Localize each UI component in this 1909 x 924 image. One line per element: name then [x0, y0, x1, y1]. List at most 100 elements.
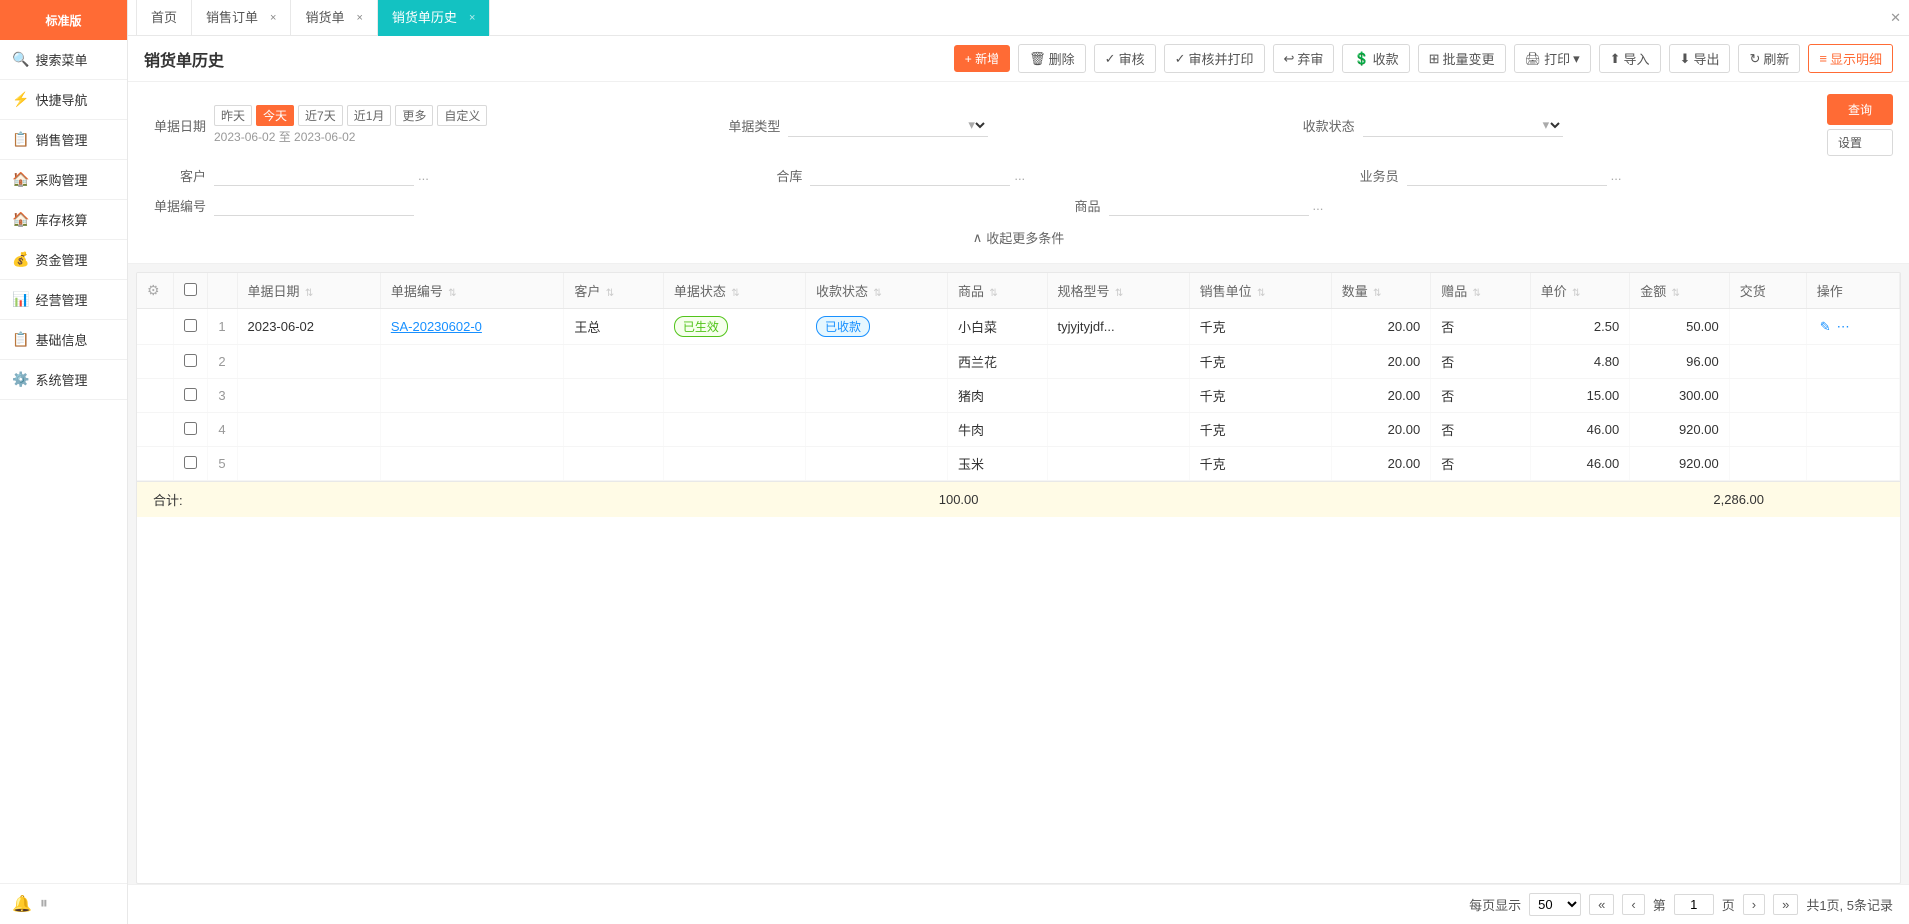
audit-print-button[interactable]: ✓ 审核并打印: [1164, 44, 1265, 73]
td-checkbox[interactable]: [173, 379, 207, 413]
collect-button[interactable]: 💲 收款: [1342, 44, 1409, 73]
payment-status-select[interactable]: [1363, 113, 1563, 137]
business-input[interactable]: [1407, 164, 1607, 186]
sort-goods-icon[interactable]: ⇅: [989, 288, 997, 299]
window-close-btn[interactable]: ✕: [1890, 10, 1901, 26]
date-btn-more[interactable]: 更多: [395, 105, 433, 126]
sidebar-item-operations[interactable]: 📊 经营管理: [0, 280, 127, 320]
select-all-checkbox[interactable]: [184, 283, 197, 296]
sort-amount-icon[interactable]: ⇅: [1672, 288, 1680, 299]
td-checkbox[interactable]: [173, 309, 207, 345]
th-unit-price[interactable]: 单价 ⇅: [1530, 273, 1630, 309]
row-checkbox-3[interactable]: [184, 422, 197, 435]
th-doc-status[interactable]: 单据状态 ⇅: [663, 273, 805, 309]
sort-quantity-icon[interactable]: ⇅: [1373, 288, 1381, 299]
action-more-btn[interactable]: ⋯: [1837, 319, 1850, 334]
sidebar-item-purchase[interactable]: 🏠 采购管理: [0, 160, 127, 200]
th-unit[interactable]: 销售单位 ⇅: [1189, 273, 1331, 309]
customer-input[interactable]: [214, 164, 414, 186]
settings-button[interactable]: 设置: [1827, 129, 1893, 156]
sort-doc-date-icon[interactable]: ⇅: [305, 288, 313, 299]
show-details-button[interactable]: ≡ 显示明细: [1808, 44, 1893, 73]
row-checkbox-4[interactable]: [184, 456, 197, 469]
row-checkbox-1[interactable]: [184, 354, 197, 367]
delete-button[interactable]: 🗑 删除: [1018, 44, 1086, 73]
td-checkbox[interactable]: [173, 447, 207, 481]
sort-doc-status-icon[interactable]: ⇅: [731, 288, 739, 299]
sidebar-item-inventory[interactable]: 🏠 库存核算: [0, 200, 127, 240]
page-prev-btn[interactable]: ‹: [1622, 894, 1644, 915]
print-button[interactable]: 🖨 打印 ▾: [1514, 44, 1591, 73]
date-btn-1month[interactable]: 近1月: [347, 105, 392, 126]
th-checkbox[interactable]: [173, 273, 207, 309]
business-ellipsis[interactable]: ...: [1611, 168, 1622, 183]
tab-sales-delivery-close[interactable]: ×: [356, 0, 362, 36]
goods-input[interactable]: [1109, 194, 1309, 216]
query-button[interactable]: 查询: [1827, 94, 1893, 125]
th-spec[interactable]: 规格型号 ⇅: [1047, 273, 1189, 309]
tab-sales-order-close[interactable]: ×: [270, 0, 276, 36]
sort-unit-price-icon[interactable]: ⇅: [1572, 288, 1580, 299]
date-btn-today[interactable]: 今天: [256, 105, 294, 126]
doc-no-link[interactable]: SA-20230602-0: [391, 319, 482, 334]
sort-spec-icon[interactable]: ⇅: [1115, 288, 1123, 299]
th-doc-date[interactable]: 单据日期 ⇅: [237, 273, 380, 309]
row-checkbox-2[interactable]: [184, 388, 197, 401]
date-btn-custom[interactable]: 自定义: [437, 105, 487, 126]
customer-ellipsis[interactable]: ...: [418, 168, 429, 183]
sidebar-item-quick-nav[interactable]: ⚡ 快捷导航: [0, 80, 127, 120]
page-next-btn[interactable]: ›: [1743, 894, 1765, 915]
date-btn-yesterday[interactable]: 昨天: [214, 105, 252, 126]
audit-button[interactable]: ✓ 审核: [1094, 44, 1156, 73]
tab-sales-history-close[interactable]: ×: [469, 0, 475, 36]
th-goods[interactable]: 商品 ⇅: [948, 273, 1048, 309]
sidebar-item-system[interactable]: ⚙️ 系统管理: [0, 360, 127, 400]
tab-sales-delivery[interactable]: 销货单 ×: [291, 0, 377, 36]
refresh-button[interactable]: ↻ 刷新: [1738, 44, 1800, 73]
page-first-btn[interactable]: «: [1589, 894, 1614, 915]
doc-no-input[interactable]: [214, 194, 414, 216]
th-amount[interactable]: 金额 ⇅: [1630, 273, 1730, 309]
td-doc-no[interactable]: SA-20230602-0: [380, 309, 564, 345]
th-doc-no[interactable]: 单据编号 ⇅: [380, 273, 564, 309]
th-gift[interactable]: 赠品 ⇅: [1431, 273, 1531, 309]
td-checkbox[interactable]: [173, 345, 207, 379]
import-button[interactable]: ⬆ 导入: [1599, 44, 1661, 73]
batch-change-button[interactable]: ⊞ 批量变更: [1418, 44, 1506, 73]
collapse-button[interactable]: ∧ 收起更多条件: [144, 224, 1893, 251]
sidebar-bottom-icon1[interactable]: 🔔: [12, 894, 32, 914]
sidebar-item-finance[interactable]: 💰 资金管理: [0, 240, 127, 280]
abandon-button[interactable]: ↩ 弃审: [1273, 44, 1335, 73]
sort-unit-icon[interactable]: ⇅: [1257, 288, 1265, 299]
date-btn-7days[interactable]: 近7天: [298, 105, 343, 126]
sidebar-item-search[interactable]: 🔍 搜索菜单: [0, 40, 127, 80]
th-gear[interactable]: ⚙: [137, 273, 173, 309]
new-button[interactable]: + 新增: [954, 45, 1010, 72]
page-last-btn[interactable]: »: [1773, 894, 1798, 915]
th-payment-status[interactable]: 收款状态 ⇅: [805, 273, 947, 309]
page-number-input[interactable]: 1: [1674, 894, 1714, 915]
sort-gift-icon[interactable]: ⇅: [1473, 288, 1481, 299]
th-quantity[interactable]: 数量 ⇅: [1331, 273, 1431, 309]
goods-ellipsis[interactable]: ...: [1313, 198, 1324, 213]
per-page-select[interactable]: 50 100: [1529, 893, 1581, 916]
action-edit-btn[interactable]: ✎: [1820, 319, 1831, 334]
warehouse-ellipsis[interactable]: ...: [1014, 168, 1025, 183]
tab-home[interactable]: 首页: [136, 0, 192, 36]
doc-type-select[interactable]: [788, 113, 988, 137]
sort-customer-icon[interactable]: ⇅: [606, 288, 614, 299]
tab-sales-history[interactable]: 销货单历史 ×: [378, 0, 490, 36]
sort-doc-no-icon[interactable]: ⇅: [448, 288, 456, 299]
td-checkbox[interactable]: [173, 413, 207, 447]
inventory-icon: 🏠: [12, 211, 29, 228]
sidebar-item-sales[interactable]: 📋 销售管理: [0, 120, 127, 160]
sort-payment-status-icon[interactable]: ⇅: [873, 288, 881, 299]
row-checkbox-0[interactable]: [184, 319, 197, 332]
tab-sales-order[interactable]: 销售订单 ×: [192, 0, 291, 36]
gear-icon[interactable]: ⚙: [147, 282, 160, 298]
sidebar-item-basics[interactable]: 📋 基础信息: [0, 320, 127, 360]
sidebar-bottom-icon2[interactable]: ⏸: [40, 895, 48, 913]
export-button[interactable]: ⬇ 导出: [1669, 44, 1731, 73]
warehouse-input[interactable]: [810, 164, 1010, 186]
th-customer[interactable]: 客户 ⇅: [564, 273, 664, 309]
